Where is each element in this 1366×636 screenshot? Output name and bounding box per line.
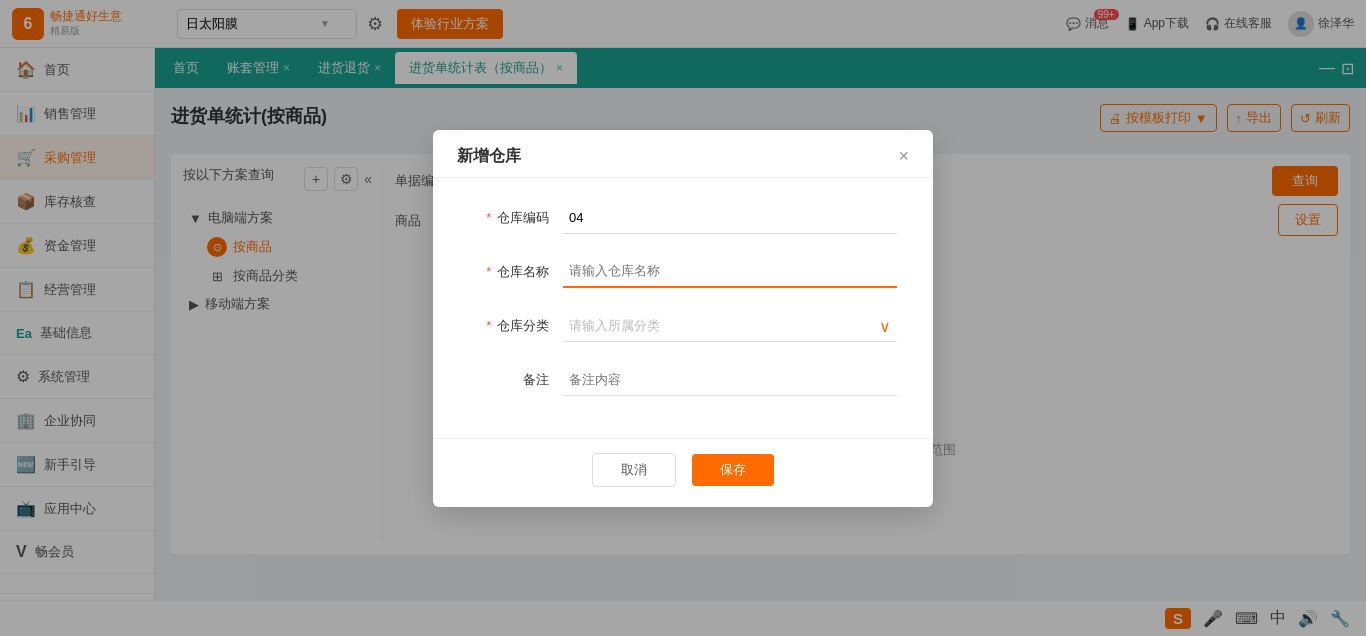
category-select-wrap: 请输入所属分类 ∨: [563, 310, 897, 342]
modal-title: 新增仓库: [457, 146, 521, 167]
modal-close-button[interactable]: ×: [898, 146, 909, 167]
required-star: *: [486, 210, 491, 225]
note-input[interactable]: [563, 364, 897, 396]
modal-footer: 取消 保存: [433, 438, 933, 507]
code-input[interactable]: [563, 202, 897, 234]
category-label: * 仓库分类: [469, 317, 549, 335]
form-row-name: * 仓库名称: [469, 256, 897, 288]
cancel-button[interactable]: 取消: [592, 453, 676, 487]
save-button[interactable]: 保存: [692, 454, 774, 486]
category-select[interactable]: 请输入所属分类: [563, 310, 897, 342]
form-row-code: * 仓库编码: [469, 202, 897, 234]
name-label: * 仓库名称: [469, 263, 549, 281]
name-input[interactable]: [563, 256, 897, 288]
modal-body: * 仓库编码 * 仓库名称 * 仓库分类: [433, 178, 933, 428]
code-label: * 仓库编码: [469, 209, 549, 227]
form-row-category: * 仓库分类 请输入所属分类 ∨: [469, 310, 897, 342]
note-label: 备注: [469, 371, 549, 389]
form-row-note: 备注: [469, 364, 897, 396]
modal-overlay: 新增仓库 × * 仓库编码 * 仓库名称: [0, 0, 1366, 636]
add-warehouse-modal: 新增仓库 × * 仓库编码 * 仓库名称: [433, 130, 933, 507]
required-star-cat: *: [486, 318, 491, 333]
required-star-name: *: [486, 264, 491, 279]
modal-header: 新增仓库 ×: [433, 130, 933, 178]
